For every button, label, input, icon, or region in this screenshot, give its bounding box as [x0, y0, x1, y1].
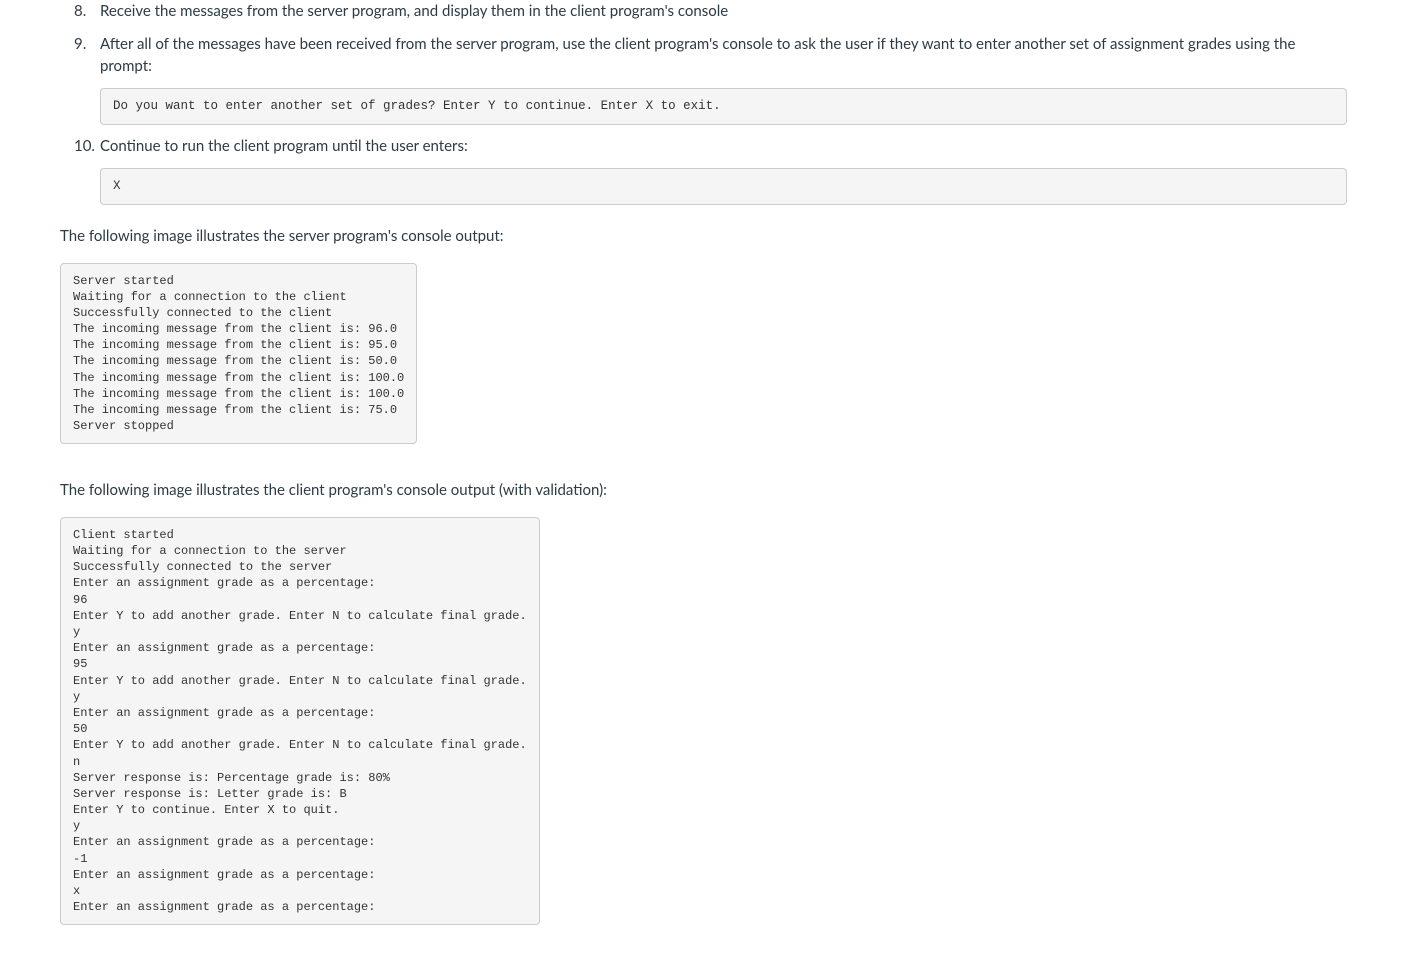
- list-number: 8.: [74, 0, 86, 23]
- list-text: After all of the messages have been rece…: [100, 35, 1295, 76]
- client-output-intro: The following image illustrates the clie…: [60, 479, 1347, 502]
- list-number: 10.: [74, 135, 95, 158]
- list-item-8: 8. Receive the messages from the server …: [80, 0, 1347, 23]
- document-content: 8. Receive the messages from the server …: [0, 0, 1407, 960]
- list-text: Receive the messages from the server pro…: [100, 2, 728, 20]
- list-item-9: 9. After all of the messages have been r…: [80, 33, 1347, 126]
- code-prompt-exit: X: [100, 168, 1347, 206]
- code-prompt-continue: Do you want to enter another set of grad…: [100, 88, 1347, 126]
- instructions-list: 8. Receive the messages from the server …: [60, 0, 1347, 205]
- list-number: 9.: [74, 33, 86, 56]
- list-text: Continue to run the client program until…: [100, 137, 468, 155]
- server-output-intro: The following image illustrates the serv…: [60, 225, 1347, 248]
- client-console-output: Client started Waiting for a connection …: [60, 517, 540, 926]
- server-console-output: Server started Waiting for a connection …: [60, 263, 417, 445]
- list-item-10: 10. Continue to run the client program u…: [80, 135, 1347, 205]
